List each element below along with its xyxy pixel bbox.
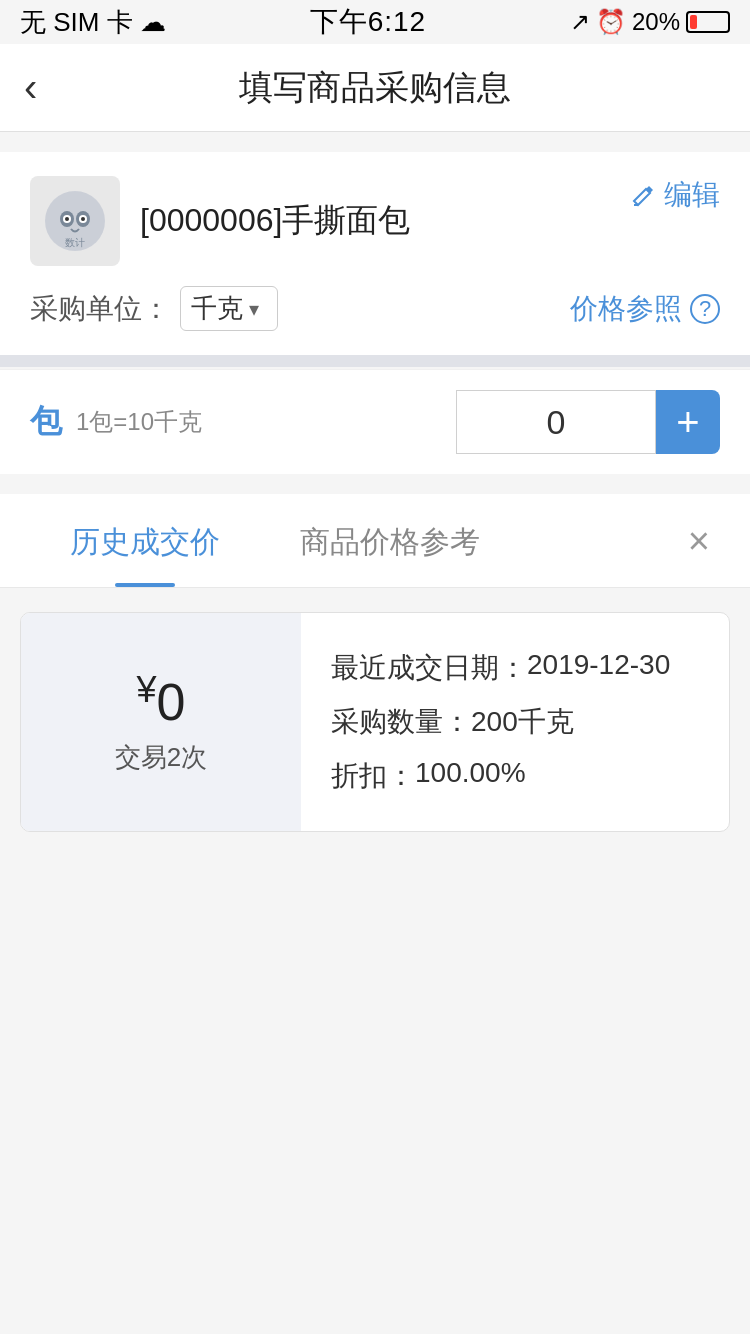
quantity-input[interactable]: 0 xyxy=(456,390,656,454)
product-header: 数计 [0000006]手撕面包 编辑 xyxy=(30,176,720,266)
product-image: 数计 xyxy=(30,176,120,266)
tabs-left: 历史成交价 商品价格参考 xyxy=(30,494,520,587)
product-logo-icon: 数计 xyxy=(40,186,110,256)
page-title: 填写商品采购信息 xyxy=(239,65,511,111)
alarm-icon: ⏰ xyxy=(596,8,626,36)
history-details-section: 最近成交日期： 2019-12-30 采购数量： 200千克 折扣： 100.0… xyxy=(301,613,729,831)
history-card: ¥0 交易2次 最近成交日期： 2019-12-30 采购数量： 200千克 折… xyxy=(20,612,730,832)
battery-percent: 20% xyxy=(632,8,680,36)
quantity-row: 包 1包=10千克 0 + xyxy=(0,369,750,474)
close-button[interactable]: × xyxy=(678,512,720,570)
tabs-container: 历史成交价 商品价格参考 × xyxy=(0,494,750,588)
detail-row-date: 最近成交日期： 2019-12-30 xyxy=(331,649,699,687)
bag-icon: 包 xyxy=(30,400,62,444)
history-price-section: ¥0 交易2次 xyxy=(21,613,301,831)
tab-history-price[interactable]: 历史成交价 xyxy=(30,494,260,587)
navigation-bar: ‹ 填写商品采购信息 xyxy=(0,44,750,132)
battery-icon xyxy=(686,11,730,33)
sim-signal-text: 无 SIM 卡 ☁ xyxy=(20,5,166,40)
divider xyxy=(0,355,750,367)
discount-label: 折扣： xyxy=(331,757,415,795)
edit-label: 编辑 xyxy=(664,176,720,214)
edit-button[interactable]: 编辑 xyxy=(630,176,720,214)
edit-icon xyxy=(630,181,658,209)
bag-sub-label: 1包=10千克 xyxy=(76,406,202,438)
price-value: 0 xyxy=(157,673,186,731)
product-name: [0000006]手撕面包 xyxy=(140,199,410,243)
price-ref-info-icon: ? xyxy=(690,294,720,324)
quantity-label-detail: 采购数量： xyxy=(331,703,471,741)
detail-row-quantity: 采购数量： 200千克 xyxy=(331,703,699,741)
quantity-controls: 0 + xyxy=(456,390,720,454)
status-bar: 无 SIM 卡 ☁ 下午6:12 ↗ ⏰ 20% xyxy=(0,0,750,44)
currency-symbol: ¥ xyxy=(137,669,157,710)
detail-row-discount: 折扣： 100.00% xyxy=(331,757,699,795)
dropdown-arrow-icon: ▾ xyxy=(249,297,259,321)
price-ref-label: 价格参照 xyxy=(570,290,682,328)
unit-label: 采购单位： 千克 ▾ xyxy=(30,286,278,331)
svg-point-5 xyxy=(65,217,69,221)
status-left: 无 SIM 卡 ☁ xyxy=(20,5,166,40)
tab-price-reference[interactable]: 商品价格参考 xyxy=(260,494,520,587)
discount-value: 100.00% xyxy=(415,757,526,795)
quantity-plus-button[interactable]: + xyxy=(656,390,720,454)
price-reference-button[interactable]: 价格参照 ? xyxy=(570,290,720,328)
history-price-display: ¥0 xyxy=(137,669,186,732)
back-button[interactable]: ‹ xyxy=(24,65,37,110)
unit-value: 千克 xyxy=(191,291,243,326)
status-time: 下午6:12 xyxy=(310,3,427,41)
svg-text:数计: 数计 xyxy=(65,237,85,248)
unit-select[interactable]: 千克 ▾ xyxy=(180,286,278,331)
status-right: ↗ ⏰ 20% xyxy=(570,8,730,36)
date-value: 2019-12-30 xyxy=(527,649,670,687)
svg-point-6 xyxy=(81,217,85,221)
trade-count: 交易2次 xyxy=(115,740,207,775)
location-icon: ↗ xyxy=(570,8,590,36)
date-label: 最近成交日期： xyxy=(331,649,527,687)
product-info-row: 采购单位： 千克 ▾ 价格参照 ? xyxy=(30,286,720,331)
main-content: ¥0 交易2次 最近成交日期： 2019-12-30 采购数量： 200千克 折… xyxy=(0,612,750,1312)
quantity-label: 包 1包=10千克 xyxy=(30,400,202,444)
product-left: 数计 [0000006]手撕面包 xyxy=(30,176,410,266)
product-card: 数计 [0000006]手撕面包 编辑 采购单位： 千克 ▾ xyxy=(0,152,750,355)
quantity-value-detail: 200千克 xyxy=(471,703,574,741)
